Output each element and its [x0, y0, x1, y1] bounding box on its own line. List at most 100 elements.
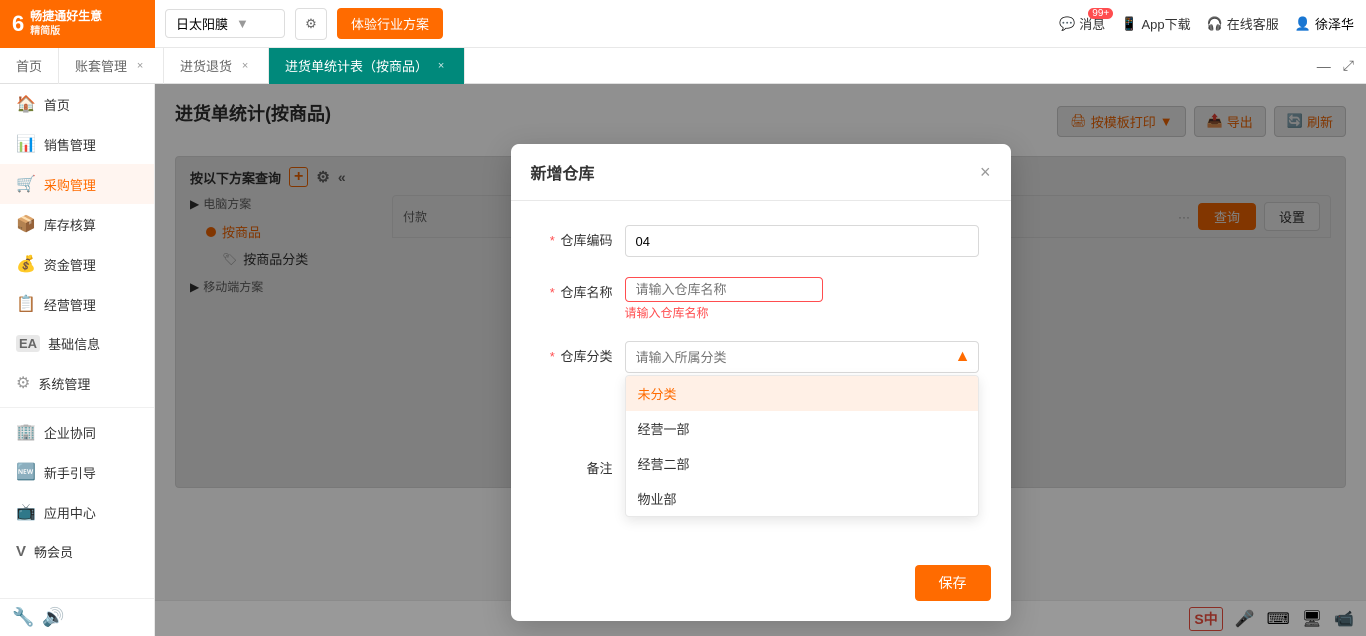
logo-sub: 精简版	[30, 25, 102, 38]
warehouse-category-wrapper: ▲ 未分类 经营一部 经营二部 物业部	[625, 341, 979, 373]
sidebar-item-sales[interactable]: 📊 销售管理	[0, 124, 154, 164]
money-icon: 💰	[16, 254, 36, 274]
trial-button[interactable]: 体验行业方案	[337, 8, 443, 39]
tab-purchase-return[interactable]: 进货退货 ×	[164, 48, 269, 84]
clipboard-icon: 📋	[16, 294, 36, 314]
sidebar-item-home[interactable]: 🏠 首页	[0, 84, 154, 124]
sidebar-appcenter-label: 应用中心	[44, 503, 96, 522]
sidebar-item-finance[interactable]: 💰 资金管理	[0, 244, 154, 284]
sidebar-item-appcenter[interactable]: 📺 应用中心	[0, 492, 154, 532]
sidebar-item-enterprise[interactable]: 🏢 企业协同	[0, 412, 154, 452]
sidebar-enterprise-label: 企业协同	[44, 423, 96, 442]
tab-home[interactable]: 首页	[0, 48, 59, 84]
warehouse-name-label-text: 仓库名称	[560, 285, 612, 300]
warehouse-code-label-text: 仓库编码	[560, 233, 612, 248]
store-chevron-icon: ▼	[236, 16, 249, 31]
enterprise-icon: 🏢	[16, 422, 36, 442]
tab-account-label: 账套管理	[75, 56, 127, 75]
sidebar: 🏠 首页 📊 销售管理 🛒 采购管理 📦 库存核算 💰 资金管理 📋 经营管理 …	[0, 84, 155, 636]
dropdown-item-dept2[interactable]: 经营二部	[626, 446, 978, 481]
dialog-close-icon[interactable]: ×	[980, 162, 991, 183]
tab-purchase-return-close-icon[interactable]: ×	[238, 59, 252, 73]
dropdown-item-property[interactable]: 物业部	[626, 481, 978, 516]
warehouse-name-inner: * 仓库名称 请输入仓库名称	[543, 277, 823, 321]
warehouse-category-label-text: 仓库分类	[560, 349, 612, 364]
sidebar-finance-label: 资金管理	[44, 255, 96, 274]
sidebar-bottom: 🔧 🔊	[0, 598, 154, 636]
logo-name: 畅捷通好生意	[30, 9, 102, 25]
warehouse-name-row: * 仓库名称 请输入仓库名称	[543, 277, 979, 321]
required-star-cat: *	[550, 349, 555, 364]
main-layout: 🏠 首页 📊 销售管理 🛒 采购管理 📦 库存核算 💰 资金管理 📋 经营管理 …	[0, 84, 1366, 636]
dropdown-item-dept1[interactable]: 经营一部	[626, 411, 978, 446]
app-download-label: App下载	[1141, 14, 1190, 33]
sidebar-inventory-label: 库存核算	[44, 215, 96, 234]
sidebar-item-purchase[interactable]: 🛒 采购管理	[0, 164, 154, 204]
headset-icon: 🎧	[1207, 16, 1223, 32]
sidebar-item-guide[interactable]: 🆕 新手引导	[0, 452, 154, 492]
gear-icon: ⚙	[305, 16, 317, 32]
tab-purchase-return-label: 进货退货	[180, 56, 232, 75]
warehouse-category-row: * 仓库分类 ▲ 未分类 经营一部 经营二部 物业部	[543, 341, 979, 373]
sidebar-home-label: 首页	[44, 95, 70, 114]
v-icon: V	[16, 543, 26, 560]
sidebar-item-inventory[interactable]: 📦 库存核算	[0, 204, 154, 244]
system-icon: ⚙	[16, 373, 30, 393]
tab-home-label: 首页	[16, 56, 42, 75]
sidebar-basic-label: 基础信息	[48, 334, 100, 353]
dropdown-item-unclassified[interactable]: 未分类	[626, 376, 978, 411]
tab-account-close-icon[interactable]: ×	[133, 59, 147, 73]
app-download-item[interactable]: 📱 App下载	[1121, 14, 1190, 33]
cart-icon: 🛒	[16, 174, 36, 194]
top-header: 6 畅捷通好生意 精简版 日太阳膜 ▼ ⚙ 体验行业方案 💬 99+ 消息 📱 …	[0, 0, 1366, 48]
remark-label: 备注	[543, 453, 613, 485]
logo-icon: 6	[12, 11, 24, 37]
tab-account[interactable]: 账套管理 ×	[59, 48, 164, 84]
sidebar-item-member[interactable]: V 畅会员	[0, 532, 154, 571]
modal-overlay: 新增仓库 × * 仓库编码	[155, 84, 1366, 636]
phone-icon: 📱	[1121, 16, 1137, 32]
service-item[interactable]: 🎧 在线客服	[1207, 14, 1279, 33]
warehouse-code-label: * 仓库编码	[543, 225, 613, 257]
home-icon: 🏠	[16, 94, 36, 114]
warehouse-code-row: * 仓库编码	[543, 225, 979, 257]
dialog-body: * 仓库编码 * 仓库名称	[511, 201, 1011, 553]
category-dropdown: 未分类 经营一部 经营二部 物业部	[625, 375, 979, 517]
warehouse-name-wrapper: 请输入仓库名称	[625, 277, 823, 321]
tab-minimize-icon[interactable]: —	[1313, 56, 1335, 76]
sidebar-item-basic[interactable]: EA 基础信息	[0, 324, 154, 363]
warehouse-name-input[interactable]	[625, 277, 823, 302]
user-area[interactable]: 👤 徐泽华	[1295, 14, 1354, 33]
warehouse-code-input[interactable]	[625, 225, 979, 257]
sidebar-item-system[interactable]: ⚙ 系统管理	[0, 363, 154, 403]
warehouse-name-label: * 仓库名称	[543, 277, 613, 309]
save-button[interactable]: 保存	[915, 565, 991, 601]
guide-icon: 🆕	[16, 462, 36, 482]
sidebar-purchase-label: 采购管理	[44, 175, 96, 194]
sidebar-item-operation[interactable]: 📋 经营管理	[0, 284, 154, 324]
tab-purchase-stats-close-icon[interactable]: ×	[434, 59, 448, 73]
dialog-title: 新增仓库	[531, 160, 595, 184]
sidebar-member-label: 畅会员	[34, 542, 73, 561]
new-warehouse-dialog: 新增仓库 × * 仓库编码	[511, 144, 1011, 621]
content-area: 进货单统计(按商品) 🖨 按模板打印 ▼ 📤 导出 🔄 刷新	[155, 84, 1366, 636]
ea-icon: EA	[16, 335, 40, 352]
volume-icon[interactable]: 🔊	[42, 607, 64, 628]
store-selector[interactable]: 日太阳膜 ▼	[165, 9, 285, 38]
sidebar-guide-label: 新手引导	[44, 463, 96, 482]
settings-orange-icon[interactable]: 🔧	[12, 607, 34, 628]
store-name: 日太阳膜	[176, 14, 228, 33]
message-item[interactable]: 💬 99+ 消息	[1059, 14, 1105, 33]
logo-text: 畅捷通好生意 精简版	[30, 9, 102, 38]
sidebar-sales-label: 销售管理	[44, 135, 96, 154]
tab-purchase-stats[interactable]: 进货单统计表（按商品） ×	[269, 48, 465, 84]
gear-button[interactable]: ⚙	[295, 8, 327, 40]
tab-expand-icon[interactable]: ⤢	[1339, 55, 1358, 76]
warehouse-category-input[interactable]	[625, 341, 979, 373]
tab-controls: — ⤢	[1305, 55, 1366, 76]
user-icon: 👤	[1295, 16, 1311, 32]
username: 徐泽华	[1315, 14, 1354, 33]
dialog-header: 新增仓库 ×	[511, 144, 1011, 201]
required-star-code: *	[550, 233, 555, 248]
tv-icon: 📺	[16, 502, 36, 522]
